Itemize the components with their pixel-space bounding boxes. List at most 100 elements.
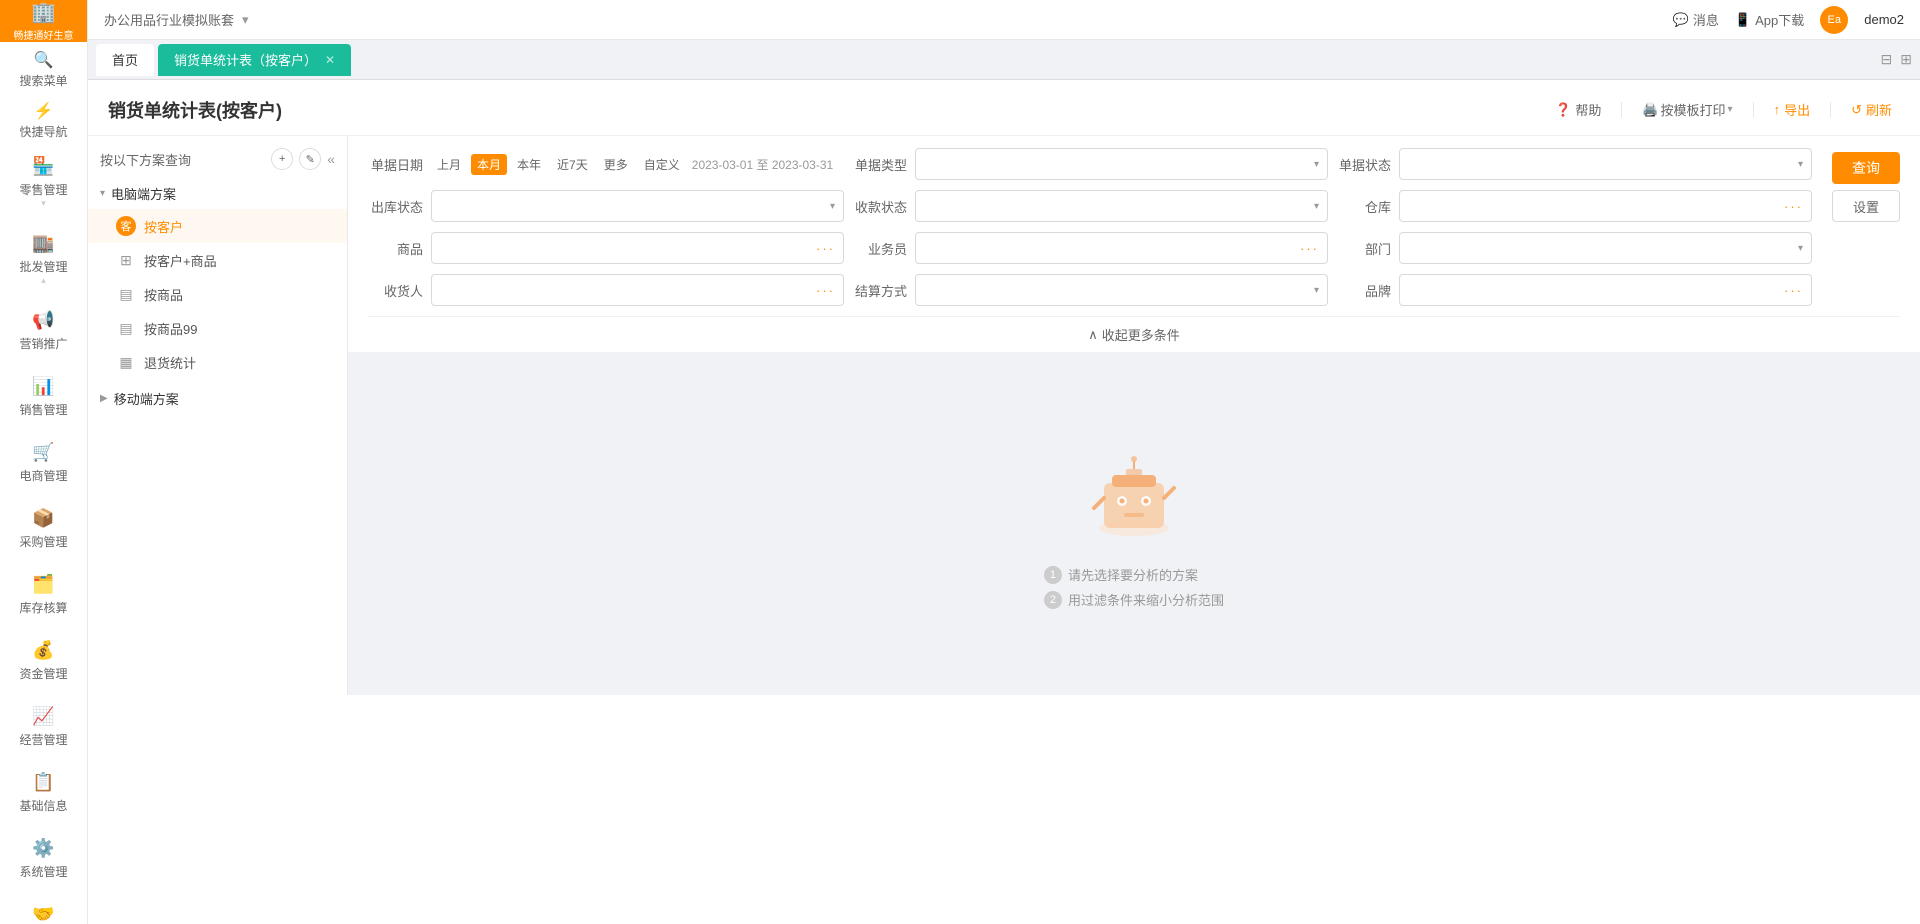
filter-input-receiver[interactable]: ··· xyxy=(431,274,844,306)
export-label: 导出 xyxy=(1784,100,1810,119)
scheme-item-by-customer[interactable]: 客 按客户 xyxy=(88,209,347,243)
collapse-bar[interactable]: ∧ 收起更多条件 xyxy=(368,316,1900,352)
filter-input-settlement[interactable]: ▾ xyxy=(915,274,1328,306)
finance-icon: 💰 xyxy=(32,640,54,661)
chevron-down-icon2: ▴ xyxy=(41,275,46,286)
tab-close-icon[interactable]: ✕ xyxy=(325,53,335,67)
help-icon: ❓ xyxy=(1555,102,1571,118)
purchase-icon: 📦 xyxy=(32,508,54,529)
receiver-dots-icon: ··· xyxy=(816,283,835,298)
filter-main-row: 单据日期 上月 本月 本年 近7天 更多 xyxy=(368,148,1900,316)
user-avatar[interactable]: Ea xyxy=(1820,6,1848,34)
filter-input-product[interactable]: ··· xyxy=(431,232,844,264)
setting-button[interactable]: 设置 xyxy=(1832,190,1900,222)
sidebar-item-finance[interactable]: 💰 资金管理 xyxy=(0,628,88,694)
add-scheme-button[interactable]: + xyxy=(271,148,293,170)
sidebar-item-ecommerce[interactable]: 🛒 电商管理 xyxy=(0,430,88,496)
sidebar-item-quicknav[interactable]: ⚡ 快捷导航 xyxy=(0,93,88,144)
filter-input-billtype[interactable]: ▾ xyxy=(915,148,1328,180)
date-tab-last7[interactable]: 近7天 xyxy=(551,154,594,175)
print-button[interactable]: 🖨️ 按模板打印 ▾ xyxy=(1634,96,1740,123)
collection-arrow-icon: ▾ xyxy=(1314,201,1319,212)
sidebar-item-basicinfo[interactable]: 📋 基础信息 xyxy=(0,760,88,826)
app-logo[interactable]: 🏢 畅捷通好生意 xyxy=(0,0,88,42)
filter-input-outstatus[interactable]: ▾ xyxy=(431,190,844,222)
sidebar-item-marketing[interactable]: 📢 营销推广 xyxy=(0,298,88,364)
filter-item-date: 单据日期 上月 本月 本年 近7天 更多 xyxy=(368,154,844,175)
brand-dots-icon: ··· xyxy=(1784,283,1803,298)
message-button[interactable]: 💬 消息 xyxy=(1673,10,1719,29)
sidebar-label-system: 系统管理 xyxy=(19,863,67,880)
filter-input-collection[interactable]: ▾ xyxy=(915,190,1328,222)
scheme-item-by-product[interactable]: ▤ 按商品 xyxy=(88,277,347,311)
filter-inputs: 单据日期 上月 本月 本年 近7天 更多 xyxy=(368,148,1812,316)
sidebar-label-ecommerce: 电商管理 xyxy=(19,467,67,484)
page-body: 按以下方案查询 + ✎ « ▾ 电脑端方案 xyxy=(88,136,1920,695)
help-button[interactable]: ❓ 帮助 xyxy=(1547,96,1609,123)
inventory-icon: 🗂️ xyxy=(32,574,54,595)
sidebar-item-inventory[interactable]: 🗂️ 库存核算 xyxy=(0,562,88,628)
filter-input-salesperson[interactable]: ··· xyxy=(915,232,1328,264)
sidebar-item-enterprise[interactable]: 🤝 企业协同 xyxy=(0,892,88,924)
header-right: 💬 消息 📱 App下载 Ea demo2 xyxy=(1673,6,1904,34)
sidebar-item-purchase[interactable]: 📦 采购管理 xyxy=(0,496,88,562)
date-tab-more[interactable]: 更多 xyxy=(598,154,634,175)
refresh-button[interactable]: ↺ 刷新 xyxy=(1843,96,1900,123)
warehouse-dots-icon: ··· xyxy=(1784,199,1803,214)
sidebar-item-search[interactable]: 🔍 搜索菜单 xyxy=(0,42,88,93)
search-icon: 🔍 xyxy=(34,50,54,70)
app-download-button[interactable]: 📱 App下载 xyxy=(1735,10,1804,29)
sidebar-item-operations[interactable]: 📈 经营管理 xyxy=(0,694,88,760)
date-tab-thismonth[interactable]: 本月 xyxy=(471,154,507,175)
panel-tools: + ✎ « xyxy=(271,148,335,170)
refresh-label: 刷新 xyxy=(1866,100,1892,119)
filter-item-collection: 收款状态 ▾ xyxy=(852,190,1328,222)
product-dropdown-icon[interactable]: ▾ xyxy=(242,12,249,28)
sidebar-item-system[interactable]: ⚙️ 系统管理 xyxy=(0,826,88,892)
filter-label-collection: 收款状态 xyxy=(852,197,907,216)
tab-min-icon[interactable]: ⊟ xyxy=(1881,51,1893,68)
print-label: 按模板打印 xyxy=(1661,100,1726,119)
scheme-group-mobile[interactable]: ▶ 移动端方案 xyxy=(88,383,347,414)
filter-item-brand: 品牌 ··· xyxy=(1336,274,1812,306)
scheme-item-by-product-99[interactable]: ▤ 按商品99 xyxy=(88,311,347,345)
scheme-item-return-stat[interactable]: ▦ 退货统计 xyxy=(88,345,347,379)
filter-item-department: 部门 ▾ xyxy=(1336,232,1812,264)
sidebar-label-wholesale: 批发管理 xyxy=(19,258,67,275)
sidebar-item-retail[interactable]: 🏪 零售管理 ▾ xyxy=(0,144,88,221)
scheme-panel: 按以下方案查询 + ✎ « ▾ 电脑端方案 xyxy=(88,136,348,695)
tab-home[interactable]: 首页 xyxy=(96,44,154,76)
filter-item-warehouse: 仓库 ··· xyxy=(1336,190,1812,222)
date-tab-thisyear[interactable]: 本年 xyxy=(511,154,547,175)
edit-scheme-button[interactable]: ✎ xyxy=(299,148,321,170)
scheme-icon-return: ▦ xyxy=(116,352,136,372)
query-button[interactable]: 查询 xyxy=(1832,152,1900,184)
filter-row-2: 出库状态 ▾ 收款状态 xyxy=(368,190,1812,222)
export-button[interactable]: ↑ 导出 xyxy=(1766,96,1819,123)
product-dots-icon: ··· xyxy=(816,241,835,256)
scheme-label-customer-product: 按客户+商品 xyxy=(144,251,217,270)
divider1 xyxy=(1621,102,1622,118)
filter-label-product: 商品 xyxy=(368,239,423,258)
filter-input-billstatus[interactable]: ▾ xyxy=(1399,148,1812,180)
filter-input-department[interactable]: ▾ xyxy=(1399,232,1812,264)
scheme-group-desktop-header[interactable]: ▾ 电脑端方案 xyxy=(88,178,347,209)
tip-item-1: 1 请先选择要分析的方案 xyxy=(1044,565,1224,584)
scheme-item-by-customer-product[interactable]: ⊞ 按客户+商品 xyxy=(88,243,347,277)
scheme-label-by-product: 按商品 xyxy=(144,285,183,304)
operations-icon: 📈 xyxy=(32,706,54,727)
sidebar-item-wholesale[interactable]: 🏬 批发管理 ▴ xyxy=(0,221,88,298)
sidebar-item-sales[interactable]: 📊 销售管理 xyxy=(0,364,88,430)
date-tab-lastmonth[interactable]: 上月 xyxy=(431,154,467,175)
sales-icon: 📊 xyxy=(32,376,54,397)
collapse-panel-button[interactable]: « xyxy=(327,151,335,167)
filter-label-date: 单据日期 xyxy=(368,155,423,174)
tab-max-icon[interactable]: ⊞ xyxy=(1900,51,1912,68)
tab-sales-stat[interactable]: 销货单统计表（按客户） ✕ xyxy=(158,44,351,76)
sidebar-label-basicinfo: 基础信息 xyxy=(19,797,67,814)
filter-input-brand[interactable]: ··· xyxy=(1399,274,1812,306)
date-tab-custom[interactable]: 自定义 xyxy=(638,154,686,175)
sidebar: 🏢 畅捷通好生意 🔍 搜索菜单 ⚡ 快捷导航 🏪 零售管理 ▾ 🏬 批发管理 ▴… xyxy=(0,0,88,924)
filter-input-warehouse[interactable]: ··· xyxy=(1399,190,1812,222)
filter-action-buttons: 查询 设置 xyxy=(1832,148,1900,222)
